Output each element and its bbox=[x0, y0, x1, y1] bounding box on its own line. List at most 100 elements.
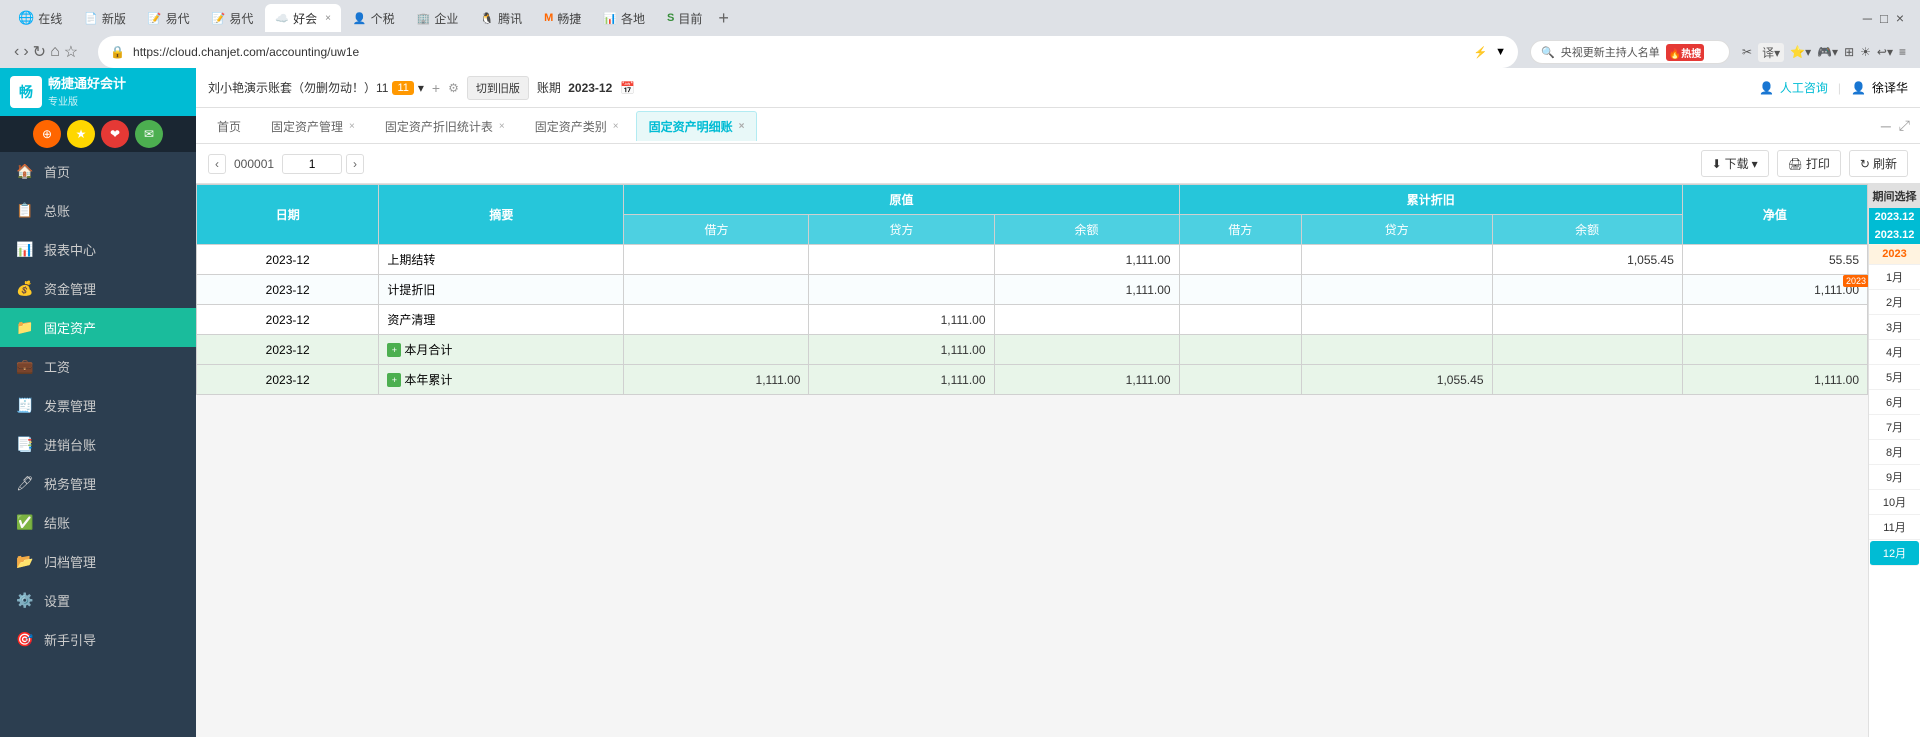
period-month-6[interactable]: 6月 bbox=[1869, 390, 1920, 415]
sidebar-item-reports[interactable]: 📊 报表中心 bbox=[0, 230, 196, 269]
grid-icon[interactable]: ⊞ bbox=[1844, 45, 1854, 59]
brightness-icon[interactable]: ☀ bbox=[1860, 45, 1871, 59]
sidebar-item-salary[interactable]: 💼 工资 bbox=[0, 347, 196, 386]
row2-orig-balance: 1,111.00 bbox=[994, 275, 1179, 305]
top-actions: 👤 人工咨询 | 👤 徐译华 bbox=[1759, 79, 1908, 96]
tax-icon: 🖊 bbox=[16, 475, 34, 493]
sidebar-shortcut-2[interactable]: ★ bbox=[67, 120, 95, 148]
row2-acc-debit bbox=[1179, 275, 1302, 305]
translate-icon[interactable]: 译▾ bbox=[1758, 43, 1784, 62]
prev-page-button[interactable]: ‹ bbox=[208, 154, 226, 174]
row4-orig-balance bbox=[994, 335, 1179, 365]
navigation-buttons: ‹ › ↻ ⌂ ☆ bbox=[6, 42, 86, 62]
close-tab-asset-detail-ledger[interactable]: × bbox=[739, 121, 745, 132]
expand-panel-button[interactable]: ⤢ bbox=[1897, 115, 1912, 136]
sidebar-item-fixed-assets[interactable]: 📁 固定资产 bbox=[0, 308, 196, 347]
row3-orig-credit: 1,111.00 bbox=[809, 305, 994, 335]
sidebar-shortcut-4[interactable]: ✉ bbox=[135, 120, 163, 148]
browser-tab-changjie[interactable]: M 畅捷 bbox=[534, 4, 591, 32]
close-tab-haohui[interactable]: × bbox=[325, 13, 331, 24]
browser-tab-gedi[interactable]: 📊 各地 bbox=[593, 4, 655, 32]
salary-icon: 💼 bbox=[16, 358, 34, 376]
tab-home[interactable]: 首页 bbox=[204, 111, 254, 141]
tab-depreciation-stats[interactable]: 固定资产折旧统计表 × bbox=[372, 111, 518, 141]
period-month-4[interactable]: 4月 bbox=[1869, 340, 1920, 365]
menu-icon[interactable]: ≡ bbox=[1899, 45, 1906, 59]
download-dropdown-icon[interactable]: ▾ bbox=[1752, 157, 1758, 171]
period-month-1[interactable]: 1月 bbox=[1869, 265, 1920, 290]
sidebar-item-home[interactable]: 🏠 首页 bbox=[0, 152, 196, 191]
support-label[interactable]: 人工咨询 bbox=[1780, 79, 1828, 96]
year-total-icon: + bbox=[387, 373, 401, 387]
browser-tab-online[interactable]: 🌐 在线 bbox=[8, 4, 72, 32]
page-number-input[interactable] bbox=[282, 154, 342, 174]
maximize-button[interactable]: □ bbox=[1880, 11, 1888, 26]
browser-tab-yidai2[interactable]: 📝 易代 bbox=[202, 4, 264, 32]
minimize-button[interactable]: ─ bbox=[1863, 11, 1872, 26]
ledger-table-scroll[interactable]: 日期 摘要 原值 累计折旧 净值 借方 贷方 余额 借方 bbox=[196, 184, 1868, 737]
close-tab-depreciation-stats[interactable]: × bbox=[499, 121, 505, 132]
calendar-icon[interactable]: 📅 bbox=[620, 81, 635, 95]
row2-orig-credit bbox=[809, 275, 994, 305]
sidebar-item-general-ledger[interactable]: 📋 总账 bbox=[0, 191, 196, 230]
tab-asset-category[interactable]: 固定资产类别 × bbox=[522, 111, 632, 141]
sidebar-item-sales-ledger[interactable]: 📑 进销台账 bbox=[0, 425, 196, 464]
browser-tab-qiye[interactable]: 🏢 企业 bbox=[407, 4, 469, 32]
period-month-3[interactable]: 3月 bbox=[1869, 315, 1920, 340]
browser-tab-new[interactable]: 📄 新版 bbox=[74, 4, 136, 32]
browser-tab-tencent[interactable]: 🐧 腾讯 bbox=[470, 4, 532, 32]
sidebar-shortcut-1[interactable]: ⊕ bbox=[33, 120, 61, 148]
forward-button[interactable]: › bbox=[23, 43, 28, 61]
row5-acc-credit: 1,055.45 bbox=[1302, 365, 1492, 395]
row5-acc-debit bbox=[1179, 365, 1302, 395]
reload-button[interactable]: ↻ bbox=[33, 42, 46, 62]
sidebar-shortcut-3[interactable]: ❤ bbox=[101, 120, 129, 148]
undo-icon[interactable]: ↩▾ bbox=[1877, 45, 1893, 59]
print-button[interactable]: 🖨 打印 bbox=[1777, 150, 1841, 177]
sidebar-item-invoice[interactable]: 🧾 发票管理 bbox=[0, 386, 196, 425]
close-tab-asset-category[interactable]: × bbox=[613, 121, 619, 132]
browser-tab-geshui[interactable]: 👤 个税 bbox=[343, 4, 405, 32]
period-month-8[interactable]: 8月 bbox=[1869, 440, 1920, 465]
sidebar-item-archive[interactable]: 📂 归档管理 bbox=[0, 542, 196, 581]
close-tab-fixed-assets-management[interactable]: × bbox=[349, 121, 355, 132]
period-month-5[interactable]: 5月 bbox=[1869, 365, 1920, 390]
period-month-2[interactable]: 2月 bbox=[1869, 290, 1920, 315]
settings-small-button[interactable]: ⚙ bbox=[448, 81, 459, 95]
new-tab-button[interactable]: + bbox=[714, 8, 733, 29]
back-button[interactable]: ‹ bbox=[14, 43, 19, 61]
period-month-7[interactable]: 7月 bbox=[1869, 415, 1920, 440]
bookmark-button[interactable]: ☆ bbox=[64, 42, 78, 62]
tab-asset-detail-ledger[interactable]: 固定资产明细账 × bbox=[636, 111, 758, 141]
download-icon: ⬇ bbox=[1712, 157, 1722, 171]
browser-tab-mubiao[interactable]: S 目前 bbox=[657, 4, 712, 32]
sidebar-item-close-accounts[interactable]: ✅ 结账 bbox=[0, 503, 196, 542]
home-button[interactable]: ⌂ bbox=[50, 43, 60, 61]
next-page-button[interactable]: › bbox=[346, 154, 364, 174]
refresh-button[interactable]: ↻ 刷新 bbox=[1849, 150, 1908, 177]
col-orig-balance-header: 余额 bbox=[994, 215, 1179, 245]
dropdown-arrow[interactable]: ▼ bbox=[1495, 46, 1506, 58]
browser-tab-haohui[interactable]: ☁️ 好会 × bbox=[265, 4, 341, 32]
minimize-panel-button[interactable]: ─ bbox=[1879, 115, 1893, 136]
tab-fixed-assets-management[interactable]: 固定资产管理 × bbox=[258, 111, 368, 141]
close-window-button[interactable]: × bbox=[1896, 10, 1904, 26]
sidebar-item-settings[interactable]: ⚙️ 设置 bbox=[0, 581, 196, 620]
sidebar-item-guide[interactable]: 🎯 新手引导 bbox=[0, 620, 196, 659]
add-account-button[interactable]: + bbox=[432, 80, 440, 96]
period-month-10[interactable]: 10月 bbox=[1869, 490, 1920, 515]
star-icon[interactable]: ⭐▾ bbox=[1790, 45, 1811, 59]
period-month-12[interactable]: 12月 bbox=[1870, 541, 1919, 566]
game-icon[interactable]: 🎮▾ bbox=[1817, 45, 1838, 59]
browser-tab-yidai1[interactable]: 📝 易代 bbox=[138, 4, 200, 32]
sidebar-item-funds[interactable]: 💰 资金管理 bbox=[0, 269, 196, 308]
period-month-9[interactable]: 9月 bbox=[1869, 465, 1920, 490]
dropdown-icon[interactable]: ▾ bbox=[418, 81, 424, 95]
sidebar-item-tax[interactable]: 🖊 税务管理 bbox=[0, 464, 196, 503]
ledger-table: 日期 摘要 原值 累计折旧 净值 借方 贷方 余额 借方 bbox=[196, 184, 1868, 395]
switch-version-button[interactable]: 切到旧版 bbox=[467, 76, 529, 100]
download-button[interactable]: ⬇ 下载 ▾ bbox=[1701, 150, 1769, 177]
url-input[interactable] bbox=[133, 45, 1465, 59]
address-bar[interactable]: 🔒 ⚡ ▼ bbox=[98, 36, 1518, 68]
period-month-11[interactable]: 11月 bbox=[1869, 515, 1920, 540]
